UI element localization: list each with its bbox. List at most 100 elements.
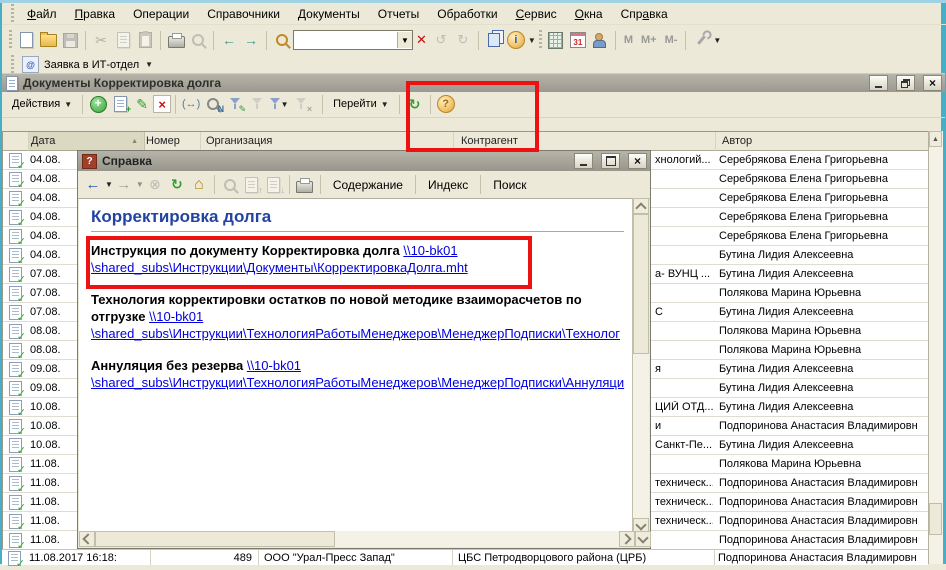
filter-dropdown-icon[interactable]: ▼ [268, 93, 290, 115]
menu-item-Правка[interactable]: Правка [67, 5, 124, 23]
help-scroll-up-icon[interactable] [633, 198, 649, 214]
add-icon[interactable]: + [87, 93, 109, 115]
help-refresh-icon[interactable]: ↻ [166, 174, 188, 196]
close-icon[interactable]: × [923, 75, 942, 91]
minimize-icon[interactable] [869, 75, 888, 91]
help-corner-down-icon[interactable] [635, 531, 651, 547]
delete-icon[interactable]: × [153, 95, 172, 113]
column-header-date[interactable]: Дата ▲ [28, 132, 145, 150]
toolbar-drag-handle[interactable] [9, 30, 12, 50]
help-entry-server-link[interactable]: \\10-bk01 [247, 358, 301, 373]
help-icon[interactable]: ? [435, 93, 457, 115]
doc-window-titlebar[interactable]: Документы Корректировка долга × [2, 73, 945, 92]
menu-item-Документы[interactable]: Документы [290, 5, 368, 23]
help-window-titlebar[interactable]: ? Справка × [78, 151, 650, 171]
copy-icon[interactable] [112, 29, 134, 51]
menu-item-Операции[interactable]: Операции [125, 5, 197, 23]
calculator-icon[interactable] [545, 29, 567, 51]
menu-item-Обработки[interactable]: Обработки [429, 5, 505, 23]
menu-item-Справка[interactable]: Справка [613, 5, 676, 23]
menu-item-Файл[interactable]: Файл [19, 5, 65, 23]
preview-icon[interactable] [187, 29, 209, 51]
column-header-number[interactable]: Номер [143, 132, 180, 150]
help-entry-server-link[interactable]: \\10-bk01 [403, 243, 457, 258]
memory-plus-button[interactable]: M+ [637, 34, 661, 46]
help-maximize-icon[interactable] [601, 153, 620, 169]
table-vertical-scrollbar[interactable]: ▲ [928, 131, 943, 564]
print-icon[interactable] [165, 29, 187, 51]
windows-icon[interactable] [483, 29, 505, 51]
service-dropdown-icon[interactable]: ▼ [145, 60, 153, 69]
wrench-icon[interactable] [690, 29, 712, 51]
page-up-icon[interactable]: ↑ [241, 174, 263, 196]
replace-all-icon[interactable]: ↻ [452, 29, 474, 51]
redo-icon[interactable]: → [240, 29, 262, 51]
help-entry-server-link[interactable]: \\10-bk01 [149, 309, 203, 324]
user-lock-icon[interactable] [589, 29, 611, 51]
memory-button[interactable]: M [620, 34, 637, 46]
save-icon[interactable] [59, 29, 81, 51]
menu-item-Сервис[interactable]: Сервис [508, 5, 565, 23]
search-input[interactable]: ▼ [293, 30, 413, 50]
new-document-icon[interactable] [15, 29, 37, 51]
column-header-org[interactable]: Организация [203, 132, 272, 150]
page-down-icon[interactable]: ↓ [263, 174, 285, 196]
filter-set-icon[interactable]: ✎ [224, 93, 246, 115]
find-icon[interactable]: N [202, 93, 224, 115]
home-icon[interactable]: ⌂ [188, 174, 210, 196]
edit-icon[interactable]: ✎ [131, 93, 153, 115]
search-icon[interactable] [271, 29, 293, 51]
filter-clear-icon[interactable]: × [290, 93, 312, 115]
help-minimize-icon[interactable] [574, 153, 593, 169]
menu-item-Отчеты[interactable]: Отчеты [370, 5, 427, 23]
replace-icon[interactable]: ↺ [430, 29, 452, 51]
contents-button[interactable]: Содержание [325, 175, 411, 195]
column-header-author[interactable]: Автор [719, 132, 752, 150]
cut-icon[interactable]: ✂ [90, 29, 112, 51]
help-horizontal-scrollbar[interactable] [79, 531, 651, 547]
help-hscroll-thumb[interactable] [95, 531, 335, 547]
help-print-icon[interactable] [294, 174, 316, 196]
restore-icon[interactable] [896, 75, 915, 91]
forward-dropdown-icon[interactable]: ▼ [136, 180, 144, 189]
refresh-icon[interactable]: ↻ [404, 93, 426, 115]
column-header-contragent[interactable]: Контрагент [458, 132, 518, 150]
stop-icon[interactable]: ⊗ [144, 174, 166, 196]
help-scroll-right-icon[interactable] [619, 531, 635, 547]
fit-width-icon[interactable]: (↔) [180, 93, 202, 115]
menu-item-Окна[interactable]: Окна [567, 5, 611, 23]
forward-icon[interactable]: → [113, 174, 135, 196]
toolbar-drag-handle[interactable] [538, 30, 542, 50]
info-dropdown-icon[interactable]: ▼ [528, 36, 536, 45]
back-icon[interactable]: ← [82, 174, 104, 196]
index-button[interactable]: Индекс [420, 175, 476, 195]
help-vertical-scrollbar[interactable] [632, 198, 649, 534]
help-entry-path-link[interactable]: \shared_subs\Инструкции\ТехнологияРаботы… [91, 325, 620, 342]
clear-search-icon[interactable]: ✕ [413, 32, 430, 48]
search-page-icon[interactable] [219, 174, 241, 196]
info-icon[interactable]: i [505, 29, 527, 51]
scroll-thumb[interactable] [929, 503, 942, 535]
add-copy-icon[interactable]: + [109, 93, 131, 115]
search-dropdown-icon[interactable]: ▼ [397, 32, 412, 48]
help-entry-path-link[interactable]: \shared_subs\Инструкции\ТехнологияРаботы… [91, 374, 624, 391]
filter-icon[interactable] [246, 93, 268, 115]
scroll-up-icon[interactable]: ▲ [929, 131, 942, 147]
goto-button[interactable]: Перейти ▼ [327, 96, 395, 112]
help-scroll-left-icon[interactable] [79, 531, 95, 547]
servicebar-drag-handle[interactable] [11, 54, 14, 75]
actions-button[interactable]: Действия ▼ [6, 96, 78, 112]
service-link[interactable]: Заявка в ИТ-отдел [44, 59, 139, 71]
menu-item-Справочники[interactable]: Справочники [199, 5, 288, 23]
undo-icon[interactable]: ← [218, 29, 240, 51]
wrench-dropdown-icon[interactable]: ▼ [713, 36, 721, 45]
search-button[interactable]: Поиск [485, 175, 534, 195]
paste-icon[interactable] [134, 29, 156, 51]
help-entry-path-link[interactable]: \shared_subs\Инструкции\Документы\Коррек… [91, 259, 596, 276]
memory-minus-button[interactable]: M- [661, 34, 682, 46]
menu-drag-handle[interactable] [11, 3, 14, 24]
table-row-bottom[interactable]: 11.08.2017 16:18: 489 ООО "Урал-Пресс За… [2, 549, 928, 570]
help-scroll-thumb[interactable] [633, 214, 649, 354]
help-close-icon[interactable]: × [628, 153, 647, 169]
open-icon[interactable] [37, 29, 59, 51]
